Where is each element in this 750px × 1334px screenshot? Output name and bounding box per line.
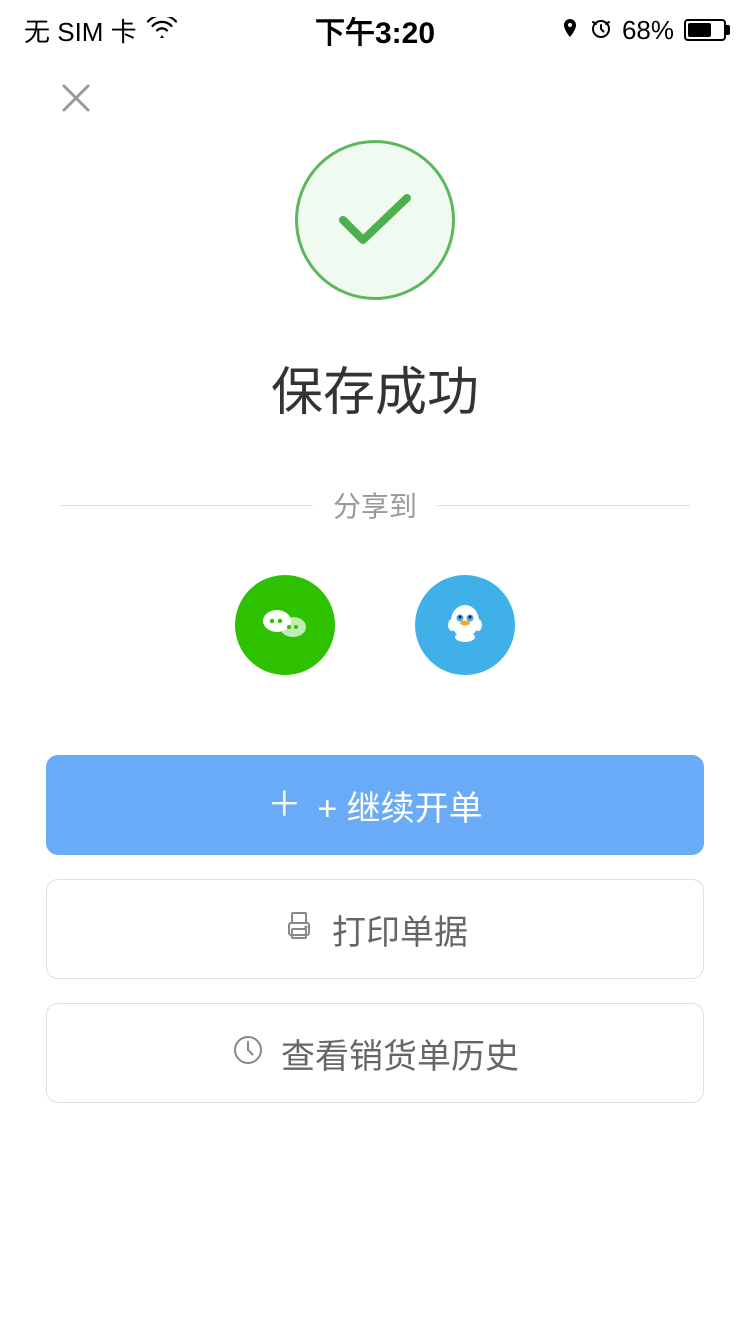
divider-left [60, 505, 313, 506]
continue-label: + 继续开单 [317, 781, 482, 830]
battery-percent: 68% [622, 15, 674, 46]
success-circle [295, 140, 455, 300]
wechat-share-button[interactable] [235, 575, 335, 675]
success-title: 保存成功 [271, 350, 479, 425]
alarm-icon [590, 15, 612, 46]
qq-icon [435, 595, 495, 655]
close-button[interactable] [50, 72, 102, 124]
checkmark-icon [335, 190, 415, 250]
main-content: 保存成功 分享到 [0, 60, 750, 1334]
wifi-icon [147, 15, 177, 46]
status-right: 68% [560, 15, 726, 46]
share-label: 分享到 [313, 485, 437, 525]
divider-right [437, 505, 690, 506]
share-icons [235, 575, 515, 675]
action-buttons: ＋ + 继续开单 打印单据 查看销货单历史 [0, 755, 750, 1103]
qq-share-button[interactable] [415, 575, 515, 675]
wechat-icon [255, 595, 315, 655]
clock-icon [231, 1033, 265, 1073]
print-icon [282, 909, 316, 949]
no-sim-label: 无 SIM 卡 [24, 12, 137, 49]
status-left: 无 SIM 卡 [24, 12, 177, 49]
history-button[interactable]: 查看销货单历史 [46, 1003, 704, 1103]
location-icon [560, 15, 580, 46]
share-divider: 分享到 [0, 485, 750, 525]
plus-icon: ＋ [267, 788, 301, 822]
status-bar: 无 SIM 卡 下午3:20 68% [0, 0, 750, 60]
battery-icon [684, 19, 726, 41]
status-time: 下午3:20 [315, 8, 435, 52]
continue-button[interactable]: ＋ + 继续开单 [46, 755, 704, 855]
print-label: 打印单据 [332, 905, 468, 954]
print-button[interactable]: 打印单据 [46, 879, 704, 979]
history-label: 查看销货单历史 [281, 1029, 519, 1078]
